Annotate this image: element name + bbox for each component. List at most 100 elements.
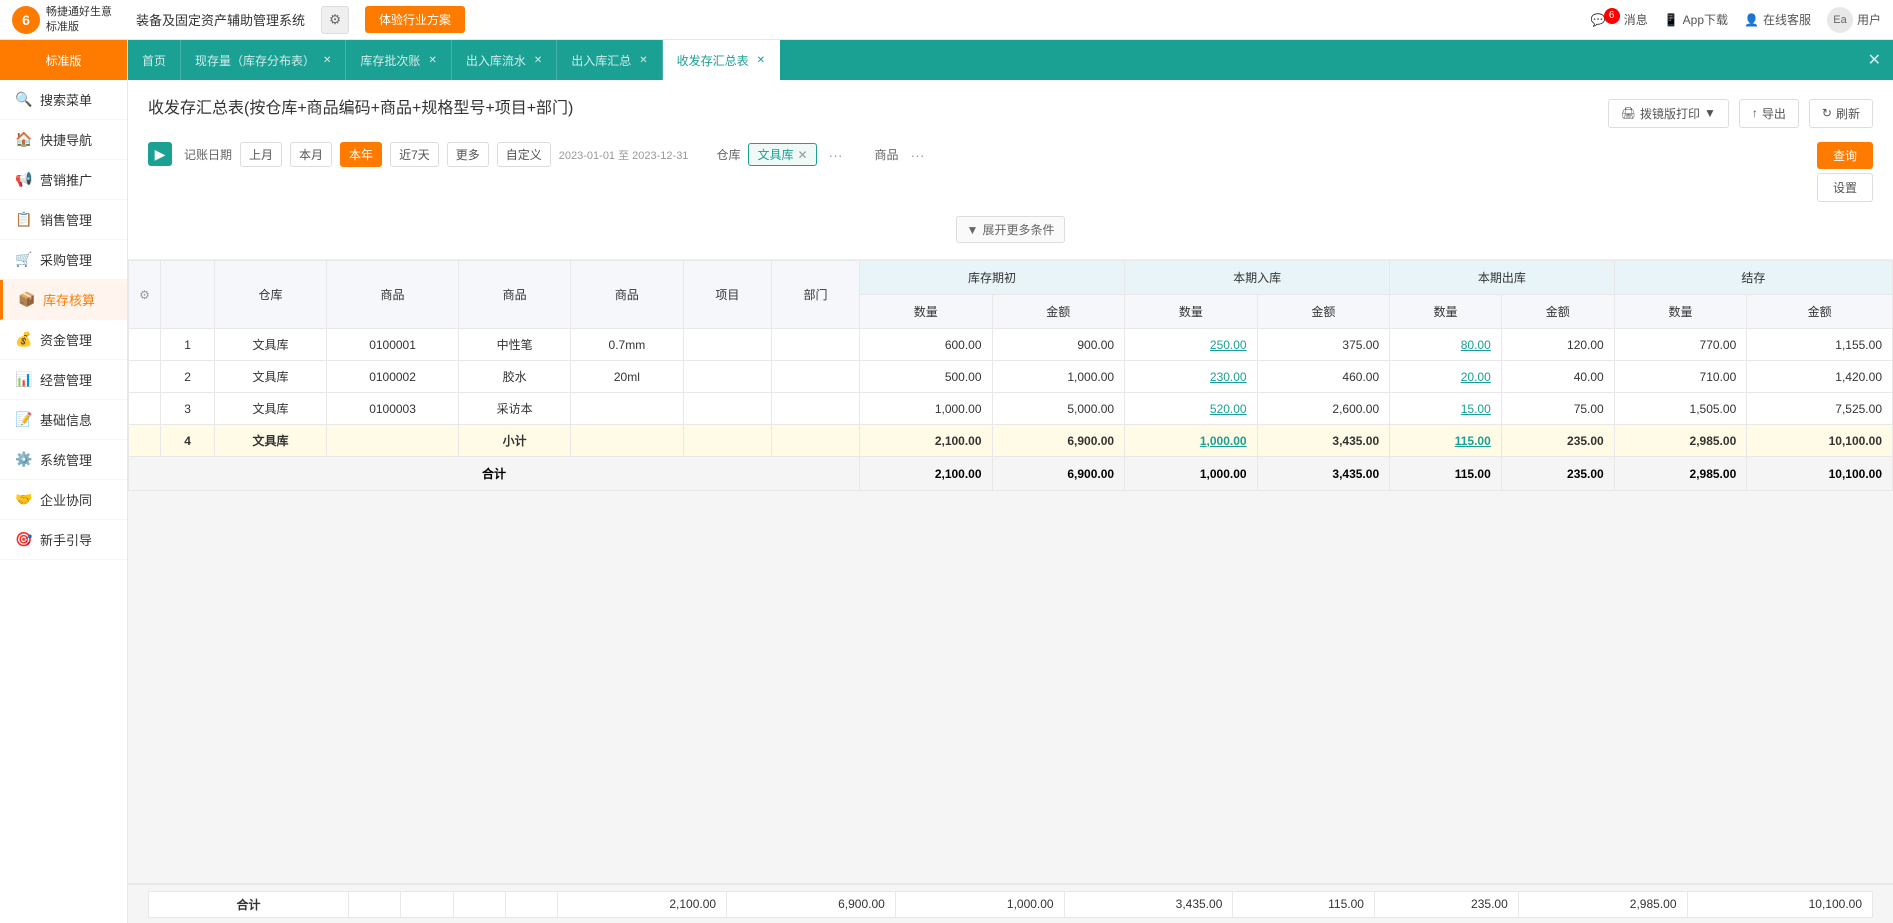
message-item[interactable]: 💬 6 消息 — [1591, 11, 1648, 28]
date-option-custom[interactable]: 自定义 — [497, 142, 551, 167]
table-gear-icon[interactable]: ⚙ — [139, 288, 150, 302]
tab-home[interactable]: 首页 — [128, 40, 181, 80]
date-option-more[interactable]: 更多 — [447, 142, 489, 167]
sidebar-item-inventory-label: 库存核算 — [43, 290, 95, 309]
tab-stock-dist-close[interactable]: ✕ — [323, 55, 331, 66]
period-in-qty-link[interactable]: 250.00 — [1210, 338, 1247, 352]
th-goods-spec: 商品 — [570, 261, 683, 329]
period-out-qty: 115.00 — [1390, 425, 1502, 457]
online-service-label: 在线客服 — [1763, 11, 1811, 28]
th-row-no — [161, 261, 215, 329]
date-option-7days[interactable]: 近7天 — [390, 142, 439, 167]
date-option-this-month[interactable]: 本月 — [290, 142, 332, 167]
warehouse-more-button[interactable]: ··· — [825, 147, 847, 163]
footer-period-out-qty: 115.00 — [1390, 457, 1502, 491]
refresh-button[interactable]: ↻ 刷新 — [1809, 99, 1873, 128]
goods-code: 0100002 — [326, 361, 459, 393]
sidebar-item-search[interactable]: 🔍 搜索菜单 — [0, 80, 127, 120]
message-badge: 6 — [1604, 8, 1620, 24]
query-button[interactable]: 查询 — [1817, 142, 1873, 169]
settings-button[interactable]: 设置 — [1817, 173, 1873, 202]
print-chevron-icon: ▼ — [1704, 106, 1716, 120]
warehouse-tag-close[interactable]: ✕ — [797, 148, 807, 162]
cell — [129, 361, 161, 393]
balance-qty: 770.00 — [1614, 329, 1747, 361]
sidebar-item-inventory[interactable]: 📦 库存核算 — [0, 280, 127, 320]
period-in-qty-link[interactable]: 230.00 — [1210, 370, 1247, 384]
sidebar-item-business[interactable]: 📊 经营管理 — [0, 360, 127, 400]
period-in-qty: 1,000.00 — [1125, 425, 1258, 457]
period-start-qty: 500.00 — [860, 361, 993, 393]
app-download-item[interactable]: 📱 App下载 — [1664, 11, 1728, 28]
sidebar-item-base-label: 基础信息 — [40, 410, 92, 429]
date-range-display: 2023-01-01 至 2023-12-31 — [559, 147, 689, 163]
period-out-qty-link[interactable]: 15.00 — [1461, 402, 1491, 416]
period-in-qty: 250.00 — [1125, 329, 1258, 361]
sidebar-item-finance[interactable]: 💰 资金管理 — [0, 320, 127, 360]
sidebar-item-quick-nav[interactable]: 🏠 快捷导航 — [0, 120, 127, 160]
export-icon: ↑ — [1752, 106, 1758, 120]
tab-bar: 首页 现存量（库存分布表） ✕ 库存批次账 ✕ 出入库流水 ✕ 出入库汇总 ✕ — [128, 40, 1893, 80]
tab-recv-send-summary-label: 收发存汇总表 — [677, 52, 749, 69]
goods-code — [326, 425, 459, 457]
th-project: 项目 — [683, 261, 771, 329]
tab-recv-send-summary[interactable]: 收发存汇总表 ✕ — [663, 40, 780, 80]
experience-button[interactable]: 体验行业方案 — [365, 6, 465, 33]
date-option-this-year[interactable]: 本年 — [340, 142, 382, 167]
goods-more-button[interactable]: ··· — [907, 147, 929, 163]
sidebar-item-base[interactable]: 📝 基础信息 — [0, 400, 127, 440]
period-in-qty-link[interactable]: 1,000.00 — [1200, 434, 1247, 448]
expand-more-conditions-button[interactable]: ▼ 展开更多条件 — [956, 216, 1066, 243]
tab-inout-summary-close[interactable]: ✕ — [639, 55, 647, 66]
sidebar-item-guide[interactable]: 🎯 新手引导 — [0, 520, 127, 560]
date-option-prev-month[interactable]: 上月 — [240, 142, 282, 167]
export-button[interactable]: ↑ 导出 — [1739, 99, 1799, 128]
period-out-qty-link[interactable]: 20.00 — [1461, 370, 1491, 384]
project — [683, 361, 771, 393]
tab-inout-flow[interactable]: 出入库流水 ✕ — [452, 40, 557, 80]
print-button[interactable]: 🖨 拨镜版打印 ▼ — [1608, 99, 1729, 128]
online-service-item[interactable]: 👤 在线客服 — [1744, 11, 1811, 28]
sidebar-item-system[interactable]: ⚙️ 系统管理 — [0, 440, 127, 480]
page-title: 收发存汇总表(按仓库+商品编码+商品+规格型号+项目+部门) — [148, 94, 573, 118]
system-settings-button[interactable]: ⚙ — [321, 6, 349, 34]
logo-text: 畅捷通好生意 标准版 — [46, 5, 112, 34]
balance-qty: 1,505.00 — [1614, 393, 1747, 425]
th-goods-name: 商品 — [459, 261, 571, 329]
refresh-label: 刷新 — [1836, 105, 1860, 122]
page-inner: 收发存汇总表(按仓库+商品编码+商品+规格型号+项目+部门) 🖨 拨镜版打印 ▼… — [128, 80, 1893, 491]
period-in-qty-link[interactable]: 520.00 — [1210, 402, 1247, 416]
expand-filter-button[interactable]: ▶ — [148, 142, 172, 166]
tab-inout-flow-close[interactable]: ✕ — [534, 55, 542, 66]
sidebar-item-marketing[interactable]: 📢 营销推广 — [0, 160, 127, 200]
footer-sum-period-in-amt: 3,435.00 — [1064, 891, 1233, 917]
footer-sum-period-out-qty: 115.00 — [1233, 891, 1375, 917]
tab-bar-close-button[interactable]: ✕ — [1856, 50, 1893, 70]
goods-name: 小计 — [459, 425, 571, 457]
sidebar-item-enterprise[interactable]: 🤝 企业协同 — [0, 480, 127, 520]
cell — [129, 425, 161, 457]
sidebar-item-marketing-label: 营销推广 — [40, 170, 92, 189]
footer-sum-period-start-qty: 2,100.00 — [558, 891, 727, 917]
system-title: 装备及固定资产辅助管理系统 — [136, 10, 305, 29]
user-item[interactable]: Ea 用户 — [1827, 7, 1881, 33]
tab-stock-dist[interactable]: 现存量（库存分布表） ✕ — [181, 40, 346, 80]
data-table: ⚙ 仓库 商品 商品 商品 项目 部门 库存期初 — [128, 260, 1893, 491]
department — [771, 425, 859, 457]
logo-icon: 6 — [12, 6, 40, 34]
period-out-qty-link[interactable]: 80.00 — [1461, 338, 1491, 352]
tab-inout-summary[interactable]: 出入库汇总 ✕ — [557, 40, 662, 80]
expand-icon: ▼ — [967, 223, 979, 237]
sidebar-item-sales[interactable]: 📋 销售管理 — [0, 200, 127, 240]
tab-batch-close[interactable]: ✕ — [428, 55, 436, 66]
warehouse: 文具库 — [215, 329, 327, 361]
period-start-qty: 2,100.00 — [860, 425, 993, 457]
export-label: 导出 — [1762, 105, 1786, 122]
period-out-qty-link[interactable]: 115.00 — [1455, 434, 1491, 448]
page-header: 收发存汇总表(按仓库+商品编码+商品+规格型号+项目+部门) 🖨 拨镜版打印 ▼… — [128, 80, 1893, 132]
warehouse: 文具库 — [215, 425, 327, 457]
tab-batch[interactable]: 库存批次账 ✕ — [346, 40, 451, 80]
goods-spec: 20ml — [570, 361, 683, 393]
tab-recv-send-summary-close[interactable]: ✕ — [757, 55, 765, 66]
sidebar-item-purchase[interactable]: 🛒 采购管理 — [0, 240, 127, 280]
